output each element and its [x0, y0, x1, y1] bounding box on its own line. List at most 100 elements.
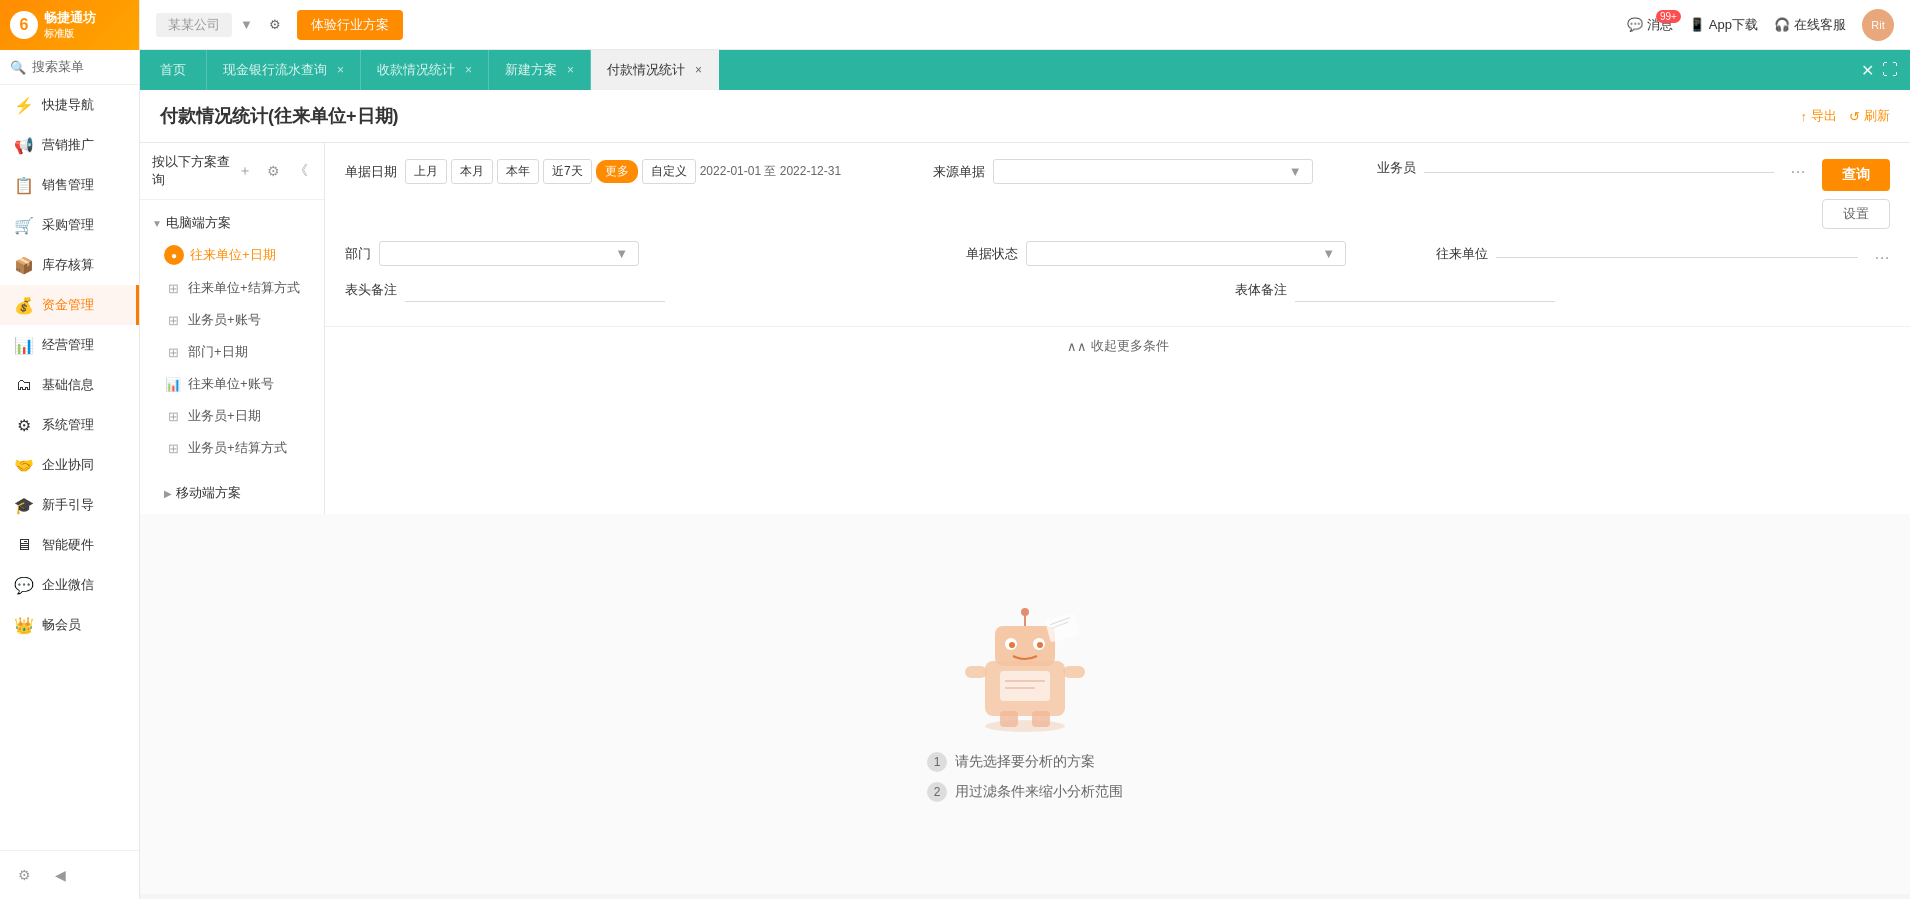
scheme-label: 部门+日期 [188, 343, 248, 361]
scheme-icon: ⊞ [164, 439, 182, 457]
desktop-scheme-group[interactable]: ▼ 电脑端方案 [140, 208, 324, 238]
sidebar-item-label: 快捷导航 [42, 96, 94, 114]
date-options: 上月 本月 本年 近7天 更多 自定义 2022-01-01 至 2022-12… [405, 159, 841, 184]
date-btn-this-month[interactable]: 本月 [451, 159, 493, 184]
sidebar-item-inventory[interactable]: 📦 库存核算 [0, 245, 139, 285]
svg-rect-12 [1032, 711, 1050, 727]
svg-point-0 [985, 720, 1065, 732]
trial-industry-btn[interactable]: 体验行业方案 [297, 10, 403, 40]
tab-payment-stats[interactable]: 付款情况统计 × [591, 50, 719, 90]
basic-icon: 🗂 [14, 375, 34, 395]
sidebar-item-sales[interactable]: 📋 销售管理 [0, 165, 139, 205]
scheme-salesman-account[interactable]: ⊞ 业务员+账号 [140, 304, 324, 336]
topbar-right: 💬 消息 99+ 📱 App下载 🎧 在线客服 Rit [1627, 9, 1894, 41]
voucher-status-select[interactable]: ▼ [1026, 241, 1346, 266]
settings-btn[interactable]: 设置 [1822, 199, 1890, 229]
date-btn-7days[interactable]: 近7天 [543, 159, 592, 184]
dept-select[interactable]: ▼ [379, 241, 639, 266]
purchase-icon: 🛒 [14, 215, 34, 235]
content-area: 按以下方案查询 ＋ ⚙ 《 ▼ 电脑端方案 [140, 143, 1910, 899]
scheme-partner-date[interactable]: ● 往来单位+日期 [140, 238, 324, 272]
tab-receipt-stats[interactable]: 收款情况统计 × [361, 50, 489, 90]
scheme-icon: ⊞ [164, 279, 182, 297]
tab-receipt-stats-close[interactable]: × [465, 63, 472, 77]
salesman-more-btn[interactable]: … [1790, 159, 1806, 177]
voucher-status-label: 单据状态 [966, 245, 1018, 263]
scheme-partner-account[interactable]: 📊 往来单位+账号 [140, 368, 324, 400]
sidebar-item-system[interactable]: ⚙ 系统管理 [0, 405, 139, 445]
mobile-scheme-group-header[interactable]: ▶ 移动端方案 [152, 478, 324, 508]
app-download-btn[interactable]: 📱 App下载 [1689, 16, 1758, 34]
partner-input[interactable] [1496, 249, 1858, 258]
tab-new-scheme-close[interactable]: × [567, 63, 574, 77]
filter-form: 单据日期 上月 本月 本年 近7天 更多 自定义 2022-01-01 至 20… [325, 143, 1910, 326]
tip-num-2: 2 [927, 782, 947, 802]
maximize-btn[interactable]: ⛶ [1882, 61, 1898, 79]
partner-more-btn[interactable]: … [1874, 245, 1890, 263]
message-btn[interactable]: 💬 消息 99+ [1627, 16, 1673, 34]
sidebar-item-marketing[interactable]: 📢 营销推广 [0, 125, 139, 165]
salesman-input[interactable] [1424, 164, 1774, 173]
settings-footer-btn[interactable]: ⚙ [10, 861, 38, 889]
collapse-sidebar-btn[interactable]: ◀ [46, 861, 74, 889]
sidebar-item-label: 新手引导 [42, 496, 94, 514]
tab-new-scheme[interactable]: 新建方案 × [489, 50, 591, 90]
company-dropdown-arrow[interactable]: ▼ [240, 17, 253, 32]
scheme-panel-title: 按以下方案查询 [152, 153, 234, 189]
close-all-tabs-btn[interactable]: ✕ [1861, 61, 1874, 80]
sidebar-item-hardware[interactable]: 🖥 智能硬件 [0, 525, 139, 565]
dept-dropdown-arrow: ▼ [615, 246, 628, 261]
scheme-salesman-date[interactable]: ⊞ 业务员+日期 [140, 400, 324, 432]
sidebar-item-label: 基础信息 [42, 376, 94, 394]
add-scheme-btn[interactable]: ＋ [234, 160, 256, 182]
sidebar-item-operations[interactable]: 📊 经营管理 [0, 325, 139, 365]
date-btn-more[interactable]: 更多 [596, 160, 638, 183]
sidebar-item-wechat[interactable]: 💬 企业微信 [0, 565, 139, 605]
scheme-salesman-settlement[interactable]: ⊞ 业务员+结算方式 [140, 432, 324, 464]
tab-bank-flow-close[interactable]: × [337, 63, 344, 77]
sidebar-item-enterprise[interactable]: 🤝 企业协同 [0, 445, 139, 485]
sidebar-search[interactable]: 🔍 搜索菜单 [0, 50, 139, 85]
export-btn[interactable]: ↑ 导出 [1801, 107, 1838, 125]
collapse-panel-btn[interactable]: 《 [290, 160, 312, 182]
scheme-label: 业务员+结算方式 [188, 439, 287, 457]
online-service-btn[interactable]: 🎧 在线客服 [1774, 16, 1846, 34]
tab-bank-flow[interactable]: 现金银行流水查询 × [207, 50, 361, 90]
collapse-more-btn[interactable]: ∧∧ 收起更多条件 [1067, 337, 1169, 355]
user-avatar[interactable]: Rit [1862, 9, 1894, 41]
tab-payment-stats-close[interactable]: × [695, 63, 702, 77]
date-btn-this-year[interactable]: 本年 [497, 159, 539, 184]
scheme-panel-icons: ＋ ⚙ 《 [234, 160, 312, 182]
logo-text-area: 畅捷通坊 标准版 [44, 9, 96, 41]
scheme-label: 业务员+日期 [188, 407, 261, 425]
salesman-filter: 业务员 … [1377, 159, 1806, 177]
message-icon: 💬 [1627, 17, 1643, 32]
sidebar-item-quick-nav[interactable]: ⚡ 快捷导航 [0, 85, 139, 125]
sidebar-item-basic[interactable]: 🗂 基础信息 [0, 365, 139, 405]
source-select[interactable]: ▼ [993, 159, 1313, 184]
query-btn[interactable]: 查询 [1822, 159, 1890, 191]
member-icon: 👑 [14, 615, 34, 635]
date-btn-custom[interactable]: 自定义 [642, 159, 696, 184]
date-btn-last-month[interactable]: 上月 [405, 159, 447, 184]
dept-label: 部门 [345, 245, 371, 263]
filter-right: 单据日期 上月 本月 本年 近7天 更多 自定义 2022-01-01 至 20… [325, 143, 1910, 514]
settings-scheme-btn[interactable]: ⚙ [262, 160, 284, 182]
sidebar-item-member[interactable]: 👑 畅会员 [0, 605, 139, 645]
tab-home[interactable]: 首页 [140, 50, 207, 90]
table-head-note-input[interactable] [405, 278, 665, 302]
sidebar-item-purchase[interactable]: 🛒 采购管理 [0, 205, 139, 245]
table-body-note-input[interactable] [1295, 278, 1555, 302]
guide-icon: 🎓 [14, 495, 34, 515]
topbar-gear-btn[interactable]: ⚙ [261, 11, 289, 39]
page-title: 付款情况统计(往来单位+日期) [160, 104, 399, 128]
sidebar-item-label: 营销推广 [42, 136, 94, 154]
refresh-btn[interactable]: ↺ 刷新 [1849, 107, 1890, 125]
scheme-dept-date[interactable]: ⊞ 部门+日期 [140, 336, 324, 368]
message-badge: 99+ [1656, 10, 1681, 23]
empty-state-area: 1 请先选择要分析的方案 2 用过滤条件来缩小分析范围 [140, 514, 1910, 894]
scheme-panel: 按以下方案查询 ＋ ⚙ 《 ▼ 电脑端方案 [140, 143, 325, 514]
scheme-partner-settlement[interactable]: ⊞ 往来单位+结算方式 [140, 272, 324, 304]
sidebar-item-guide[interactable]: 🎓 新手引导 [0, 485, 139, 525]
sidebar-item-finance[interactable]: 💰 资金管理 [0, 285, 139, 325]
